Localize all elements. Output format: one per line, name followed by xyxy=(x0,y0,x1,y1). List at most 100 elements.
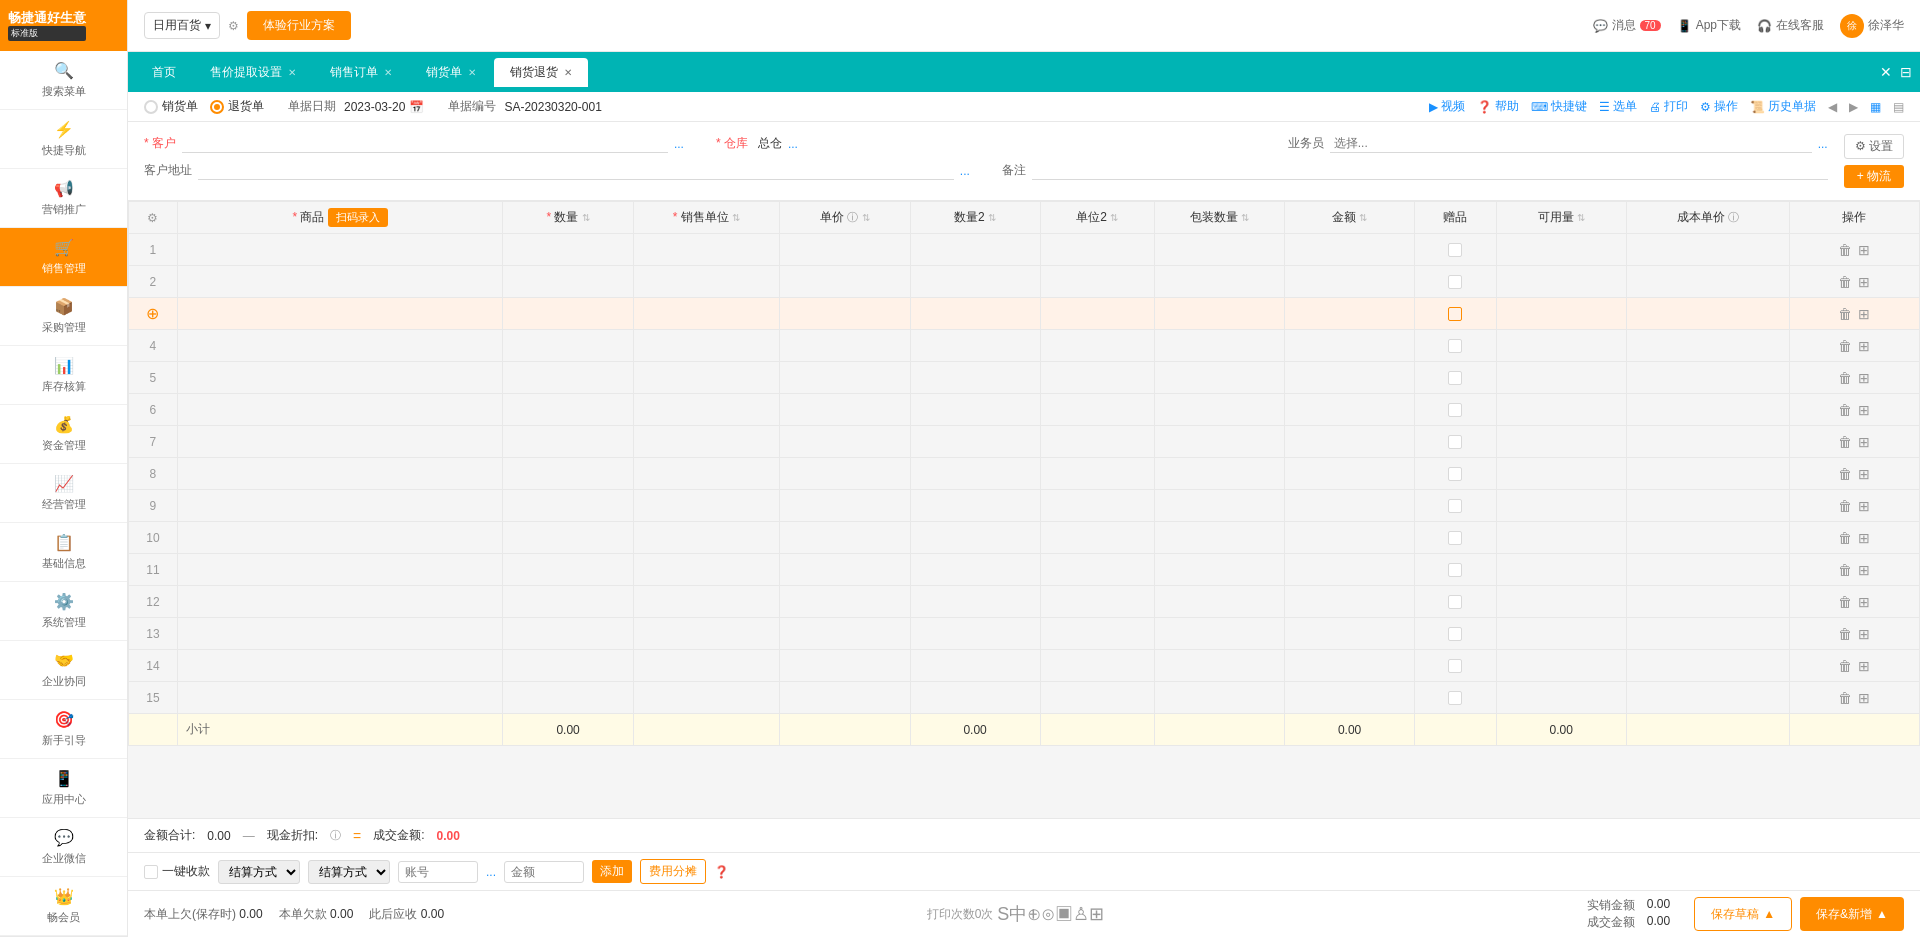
amount-input[interactable] xyxy=(504,861,584,883)
copy-icon[interactable]: ⊞ xyxy=(1858,562,1870,578)
copy-icon-add[interactable]: ⊞ xyxy=(1858,306,1870,322)
copy-icon[interactable]: ⊞ xyxy=(1858,338,1870,354)
tab-sale-order[interactable]: 销售订单 ✕ xyxy=(314,58,408,87)
tab-sale-return[interactable]: 销货退货 ✕ xyxy=(494,58,588,87)
copy-icon[interactable]: ⊞ xyxy=(1858,530,1870,546)
row-price-1[interactable] xyxy=(780,234,910,266)
select-link[interactable]: ☰ 选单 xyxy=(1599,98,1637,115)
copy-icon[interactable]: ⊞ xyxy=(1858,690,1870,706)
tab-sale-price[interactable]: 售价提取设置 ✕ xyxy=(194,58,312,87)
add-row-unit[interactable] xyxy=(633,298,780,330)
cost-info-icon[interactable]: ⓘ xyxy=(1728,211,1739,223)
row-qty-2[interactable] xyxy=(503,266,633,298)
settings-icon[interactable]: ⚙ xyxy=(228,19,239,33)
prev-record-icon[interactable]: ◀ xyxy=(1828,100,1837,114)
row-available-2[interactable] xyxy=(1496,266,1626,298)
copy-icon-2[interactable]: ⊞ xyxy=(1858,274,1870,290)
unit2-sort-icon[interactable]: ⇅ xyxy=(1110,212,1118,223)
sidebar-item-marketing[interactable]: 📢 营销推广 xyxy=(0,169,127,228)
tab-sale-out[interactable]: 销货单 ✕ xyxy=(410,58,492,87)
row-gift-1[interactable] xyxy=(1415,234,1496,266)
row-qty2-2[interactable] xyxy=(910,266,1040,298)
add-row-product[interactable] xyxy=(177,298,503,330)
delete-icon[interactable]: 🗑 xyxy=(1838,658,1852,674)
add-row-price[interactable] xyxy=(780,298,910,330)
video-link[interactable]: ▶ 视频 xyxy=(1429,98,1465,115)
settings-button[interactable]: ⚙ 设置 xyxy=(1844,134,1904,159)
delete-icon[interactable]: 🗑 xyxy=(1838,434,1852,450)
tab-menu-icon[interactable]: ⊟ xyxy=(1900,64,1912,80)
row-product-1[interactable] xyxy=(177,234,503,266)
calendar-icon[interactable]: 📅 xyxy=(409,100,424,114)
row-unit-1[interactable] xyxy=(633,234,780,266)
row-qty2-1[interactable] xyxy=(910,234,1040,266)
add-payment-button[interactable]: 添加 xyxy=(592,860,632,883)
sidebar-item-wechat[interactable]: 💬 企业微信 xyxy=(0,818,127,877)
radio-return[interactable]: 退货单 xyxy=(210,98,264,115)
tab-sale-price-close[interactable]: ✕ xyxy=(288,67,296,78)
row-unit2-1[interactable] xyxy=(1040,234,1154,266)
sidebar-item-operations[interactable]: 📈 经营管理 xyxy=(0,464,127,523)
copy-icon[interactable]: ⊞ xyxy=(1858,626,1870,642)
copy-icon[interactable]: ⊞ xyxy=(1858,434,1870,450)
payment-dots[interactable]: ... xyxy=(486,865,496,879)
grid-view-icon[interactable]: ▦ xyxy=(1870,100,1881,114)
split-payment-button[interactable]: 费用分摊 xyxy=(640,859,706,884)
available-sort-icon[interactable]: ⇅ xyxy=(1577,212,1585,223)
row-cost-1[interactable] xyxy=(1626,234,1789,266)
row-gift-2[interactable] xyxy=(1415,266,1496,298)
add-row-gift[interactable] xyxy=(1415,298,1496,330)
staff-dots[interactable]: ... xyxy=(1818,137,1828,151)
row-price-2[interactable] xyxy=(780,266,910,298)
app-download-area[interactable]: 📱 App下载 xyxy=(1677,17,1741,34)
add-row-icon-cell[interactable]: ⊕ xyxy=(129,298,178,330)
sidebar-item-enterprise[interactable]: 🤝 企业协同 xyxy=(0,641,127,700)
add-row-cost[interactable] xyxy=(1626,298,1789,330)
row-cost-2[interactable] xyxy=(1626,266,1789,298)
unit-sort-icon[interactable]: ⇅ xyxy=(732,212,740,223)
delete-icon[interactable]: 🗑 xyxy=(1838,338,1852,354)
sidebar-item-member[interactable]: 👑 畅会员 xyxy=(0,877,127,936)
row-product-2[interactable] xyxy=(177,266,503,298)
online-service-area[interactable]: 🎧 在线客服 xyxy=(1757,17,1824,34)
payment-help-icon[interactable]: ❓ xyxy=(714,865,729,879)
delete-icon[interactable]: 🗑 xyxy=(1838,626,1852,642)
help-link[interactable]: ❓ 帮助 xyxy=(1477,98,1519,115)
staff-input[interactable] xyxy=(1330,134,1812,153)
delete-icon[interactable]: 🗑 xyxy=(1838,530,1852,546)
method-select[interactable]: 结算方式 xyxy=(218,860,300,884)
delete-icon[interactable]: 🗑 xyxy=(1838,594,1852,610)
sidebar-item-system[interactable]: ⚙️ 系统管理 xyxy=(0,582,127,641)
trial-button[interactable]: 体验行业方案 xyxy=(247,11,351,40)
copy-icon-1[interactable]: ⊞ xyxy=(1858,242,1870,258)
add-row-amount[interactable] xyxy=(1284,298,1414,330)
delete-icon[interactable]: 🗑 xyxy=(1838,498,1852,514)
user-area[interactable]: 徐 徐泽华 xyxy=(1840,14,1904,38)
logistics-button[interactable]: + 物流 xyxy=(1844,165,1904,188)
scan-button[interactable]: 扫码录入 xyxy=(328,208,388,227)
row-qty-1[interactable] xyxy=(503,234,633,266)
price-sort-icon[interactable]: ⇅ xyxy=(862,212,870,223)
delete-icon-1[interactable]: 🗑 xyxy=(1838,242,1852,258)
pack-sort-icon[interactable]: ⇅ xyxy=(1241,212,1249,223)
tab-sale-order-close[interactable]: ✕ xyxy=(384,67,392,78)
industry-select[interactable]: 日用百货 ▾ xyxy=(144,12,220,39)
sidebar-item-apps[interactable]: 📱 应用中心 xyxy=(0,759,127,818)
delete-icon-add[interactable]: 🗑 xyxy=(1838,306,1852,322)
add-row-pack[interactable] xyxy=(1154,298,1284,330)
add-row-qty[interactable] xyxy=(503,298,633,330)
account-select[interactable]: 结算方式 xyxy=(308,860,390,884)
one-key-checkbox[interactable]: 一键收款 xyxy=(144,863,210,880)
sidebar-item-basic[interactable]: 📋 基础信息 xyxy=(0,523,127,582)
delete-icon-2[interactable]: 🗑 xyxy=(1838,274,1852,290)
copy-icon[interactable]: ⊞ xyxy=(1858,498,1870,514)
tab-close-all-icon[interactable]: ✕ xyxy=(1880,64,1892,80)
sidebar-item-sales[interactable]: 🛒 销售管理 xyxy=(0,228,127,287)
save-new-button[interactable]: 保存&新增 ▲ xyxy=(1800,897,1904,931)
sidebar-item-shortcut[interactable]: ⚡ 快捷导航 xyxy=(0,110,127,169)
price-info-icon[interactable]: ⓘ xyxy=(847,211,858,223)
operate-link[interactable]: ⚙ 操作 xyxy=(1700,98,1738,115)
one-key-check-box[interactable] xyxy=(144,865,158,879)
sidebar-item-search[interactable]: 🔍 搜索菜单 xyxy=(0,51,127,110)
message-area[interactable]: 💬 消息 70 xyxy=(1593,17,1661,34)
